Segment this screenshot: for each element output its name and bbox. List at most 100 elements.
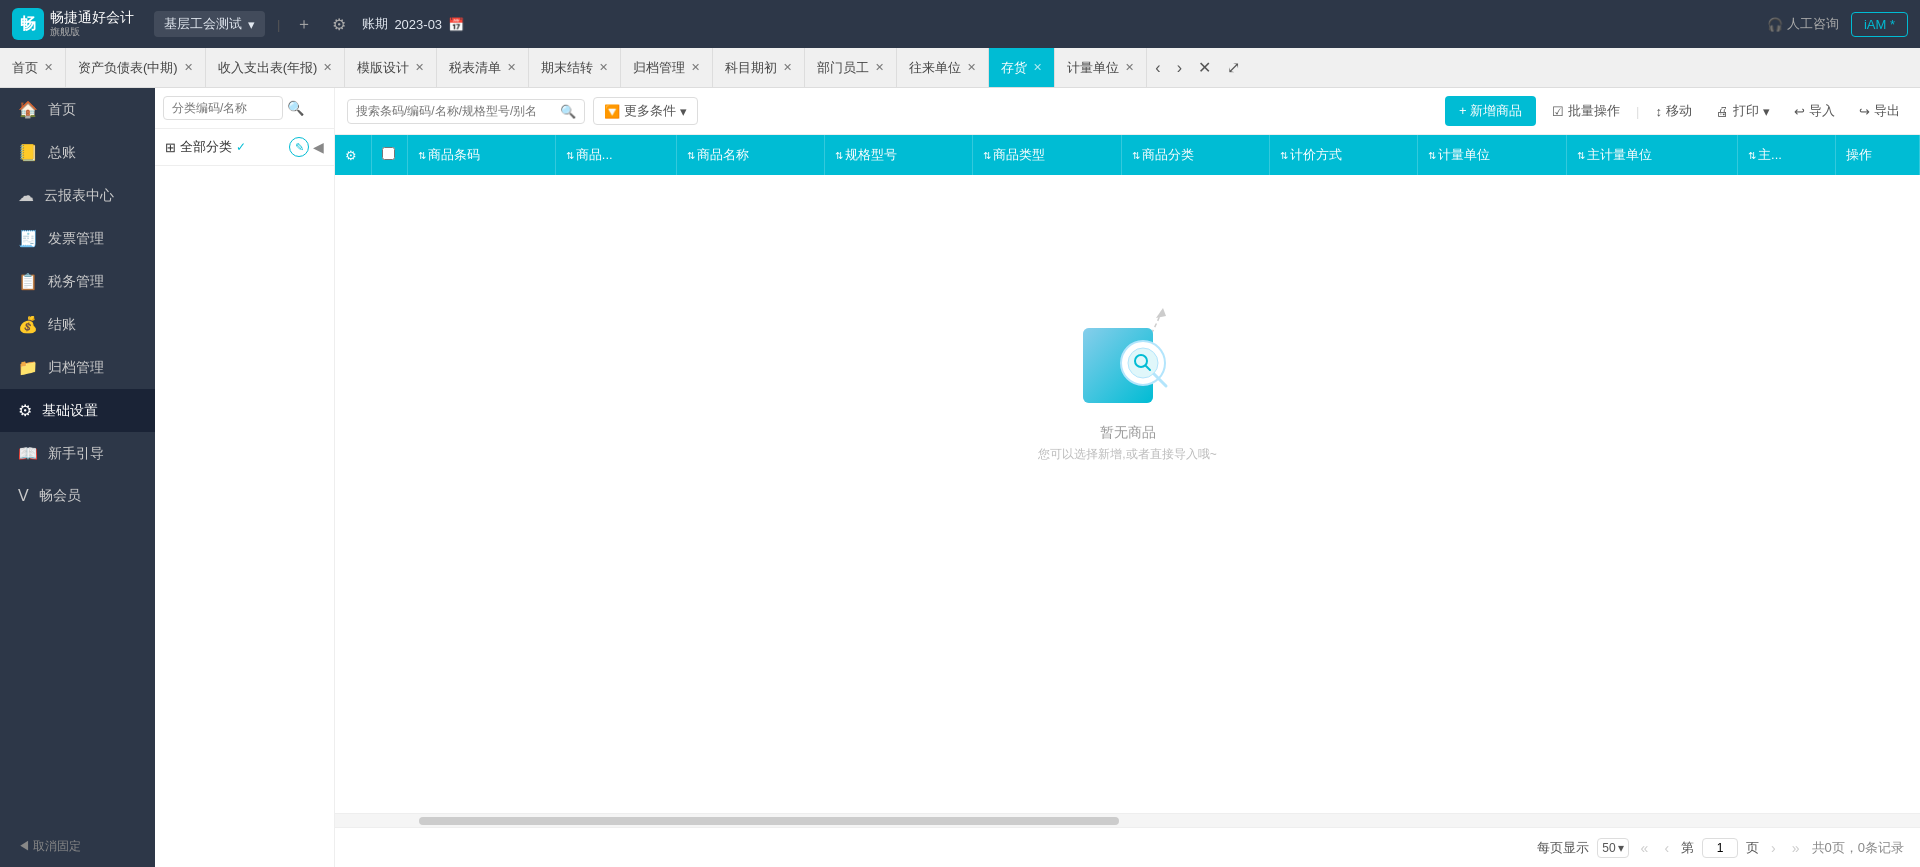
tab-unit[interactable]: 计量单位 ✕ bbox=[1055, 48, 1147, 88]
account-button[interactable]: iAM * bbox=[1851, 12, 1908, 37]
move-button[interactable]: ↕ 移动 bbox=[1648, 98, 1701, 124]
page-size-selector[interactable]: 50 ▾ bbox=[1597, 838, 1628, 858]
first-page-button[interactable]: « bbox=[1637, 838, 1653, 858]
import-button[interactable]: ↩ 导入 bbox=[1786, 98, 1843, 124]
export-button[interactable]: ↪ 导出 bbox=[1851, 98, 1908, 124]
search-icon[interactable]: 🔍 bbox=[560, 104, 576, 119]
tab-period-transfer[interactable]: 期末结转 ✕ bbox=[529, 48, 621, 88]
category-collapse-button[interactable]: ◀ bbox=[313, 139, 324, 155]
category-edit-button[interactable]: ✎ bbox=[289, 137, 309, 157]
close-tab-icon[interactable]: ✕ bbox=[1033, 61, 1042, 74]
sidebar-item-guide[interactable]: 📖 新手引导 bbox=[0, 432, 155, 475]
horizontal-scrollbar[interactable] bbox=[419, 817, 1119, 825]
sidebar-item-tax[interactable]: 📋 税务管理 bbox=[0, 260, 155, 303]
all-category-label[interactable]: 全部分类 bbox=[180, 138, 232, 156]
tabs-next-btn[interactable]: › bbox=[1169, 48, 1190, 88]
close-tab-icon[interactable]: ✕ bbox=[691, 61, 700, 74]
th-col11[interactable]: ⇅主... bbox=[1738, 135, 1836, 175]
sidebar-label: 归档管理 bbox=[48, 359, 104, 377]
vip-icon: V bbox=[18, 487, 29, 505]
tab-label: 模版设计 bbox=[357, 59, 409, 77]
tabs-expand-btn[interactable]: ⤢ bbox=[1219, 48, 1248, 88]
tab-label: 往来单位 bbox=[909, 59, 961, 77]
close-tab-icon[interactable]: ✕ bbox=[599, 61, 608, 74]
th-type[interactable]: ⇅商品类型 bbox=[973, 135, 1121, 175]
tab-income[interactable]: 收入支出表(年报) ✕ bbox=[206, 48, 346, 88]
close-tab-icon[interactable]: ✕ bbox=[184, 61, 193, 74]
sidebar-item-checkout[interactable]: 💰 结账 bbox=[0, 303, 155, 346]
filter-button[interactable]: 🔽 更多条件 ▾ bbox=[593, 97, 698, 125]
th-code[interactable]: ⇅商品... bbox=[555, 135, 676, 175]
th-spec[interactable]: ⇅规格型号 bbox=[825, 135, 973, 175]
next-page-button[interactable]: › bbox=[1767, 838, 1780, 858]
sidebar: 🏠 首页 📒 总账 ☁ 云报表中心 🧾 发票管理 📋 税务管理 💰 结账 📁 归… bbox=[0, 88, 155, 867]
tabs-bar: 首页 ✕ 资产负债表(中期) ✕ 收入支出表(年报) ✕ 模版设计 ✕ 税表清单… bbox=[0, 48, 1920, 88]
empty-icon bbox=[1068, 288, 1188, 408]
dropdown-icon: ▾ bbox=[248, 17, 255, 32]
select-all-checkbox[interactable] bbox=[382, 147, 395, 160]
tab-label: 资产负债表(中期) bbox=[78, 59, 178, 77]
table-container: ⚙ ⇅商品条码 ⇅商品... ⇅商品名称 ⇅规格型号 ⇅商品类型 ⇅商品分类 ⇅… bbox=[335, 135, 1920, 813]
th-main-unit[interactable]: ⇅主计量单位 bbox=[1566, 135, 1737, 175]
app-sub: 旗舰版 bbox=[50, 25, 134, 39]
th-barcode[interactable]: ⇅商品条码 bbox=[407, 135, 555, 175]
tabs-prev-btn[interactable]: ‹ bbox=[1147, 48, 1168, 88]
tab-archive[interactable]: 归档管理 ✕ bbox=[621, 48, 713, 88]
tab-template[interactable]: 模版设计 ✕ bbox=[345, 48, 437, 88]
sidebar-label: 总账 bbox=[48, 144, 76, 162]
tabs-close-all-btn[interactable]: ✕ bbox=[1190, 48, 1219, 88]
last-page-button[interactable]: » bbox=[1788, 838, 1804, 858]
th-settings[interactable]: ⚙ bbox=[335, 135, 371, 175]
tab-home[interactable]: 首页 ✕ bbox=[0, 48, 66, 88]
th-category[interactable]: ⇅商品分类 bbox=[1121, 135, 1269, 175]
page-number-input[interactable] bbox=[1702, 838, 1738, 858]
sidebar-item-basic-settings[interactable]: ⚙ 基础设置 bbox=[0, 389, 155, 432]
settings-icon[interactable]: ⚙ bbox=[328, 11, 350, 38]
tab-tax-list[interactable]: 税表清单 ✕ bbox=[437, 48, 529, 88]
calendar-icon[interactable]: 📅 bbox=[448, 17, 464, 32]
add-tab-icon[interactable]: ＋ bbox=[292, 10, 316, 39]
sidebar-item-ledger[interactable]: 📒 总账 bbox=[0, 131, 155, 174]
category-search-button[interactable]: 🔍 bbox=[287, 100, 304, 116]
tab-inventory[interactable]: 存货 ✕ bbox=[989, 48, 1055, 88]
empty-state: 暂无商品 您可以选择新增,或者直接导入哦~ bbox=[335, 175, 1920, 575]
close-tab-icon[interactable]: ✕ bbox=[967, 61, 976, 74]
product-search-input[interactable] bbox=[356, 104, 556, 118]
th-checkbox[interactable] bbox=[371, 135, 407, 175]
th-unit[interactable]: ⇅计量单位 bbox=[1418, 135, 1566, 175]
company-selector[interactable]: 基层工会测试 ▾ bbox=[154, 11, 265, 37]
close-tab-icon[interactable]: ✕ bbox=[783, 61, 792, 74]
sidebar-label: 结账 bbox=[48, 316, 76, 334]
batch-operation-button[interactable]: ☑ 批量操作 bbox=[1544, 98, 1628, 124]
add-product-button[interactable]: + 新增商品 bbox=[1445, 96, 1536, 126]
sidebar-item-home[interactable]: 🏠 首页 bbox=[0, 88, 155, 131]
tab-contacts[interactable]: 往来单位 ✕ bbox=[897, 48, 989, 88]
sidebar-item-cloud-report[interactable]: ☁ 云报表中心 bbox=[0, 174, 155, 217]
close-tab-icon[interactable]: ✕ bbox=[875, 61, 884, 74]
print-button[interactable]: 🖨 打印 ▾ bbox=[1708, 98, 1778, 124]
tab-department[interactable]: 部门员工 ✕ bbox=[805, 48, 897, 88]
sidebar-item-archive[interactable]: 📁 归档管理 bbox=[0, 346, 155, 389]
print-icon: 🖨 bbox=[1716, 104, 1729, 119]
tab-subject-init[interactable]: 科目期初 ✕ bbox=[713, 48, 805, 88]
page-size-dropdown-icon: ▾ bbox=[1618, 841, 1624, 855]
prev-page-button[interactable]: ‹ bbox=[1660, 838, 1673, 858]
close-tab-icon[interactable]: ✕ bbox=[323, 61, 332, 74]
th-actions: 操作 bbox=[1836, 135, 1920, 175]
right-panel: 🔍 🔽 更多条件 ▾ + 新增商品 ☑ 批量操作 | ↕ 移动 bbox=[335, 88, 1920, 867]
close-tab-icon[interactable]: ✕ bbox=[1125, 61, 1134, 74]
import-icon: ↩ bbox=[1794, 104, 1805, 119]
sidebar-item-vip[interactable]: V 畅会员 bbox=[0, 475, 155, 517]
close-tab-icon[interactable]: ✕ bbox=[44, 61, 53, 74]
category-panel: 🔍 ⊞ 全部分类 ✓ ✎ ◀ bbox=[155, 88, 335, 867]
tab-balance-sheet[interactable]: 资产负债表(中期) ✕ bbox=[66, 48, 206, 88]
sidebar-item-invoice[interactable]: 🧾 发票管理 bbox=[0, 217, 155, 260]
tab-label: 期末结转 bbox=[541, 59, 593, 77]
close-tab-icon[interactable]: ✕ bbox=[507, 61, 516, 74]
th-pricing[interactable]: ⇅计价方式 bbox=[1270, 135, 1418, 175]
category-search-input[interactable] bbox=[163, 96, 283, 120]
close-tab-icon[interactable]: ✕ bbox=[415, 61, 424, 74]
th-name[interactable]: ⇅商品名称 bbox=[676, 135, 824, 175]
customer-service-btn[interactable]: 🎧 人工咨询 bbox=[1767, 15, 1839, 33]
sidebar-unpin-btn[interactable]: ◀ 取消固定 bbox=[0, 826, 155, 867]
